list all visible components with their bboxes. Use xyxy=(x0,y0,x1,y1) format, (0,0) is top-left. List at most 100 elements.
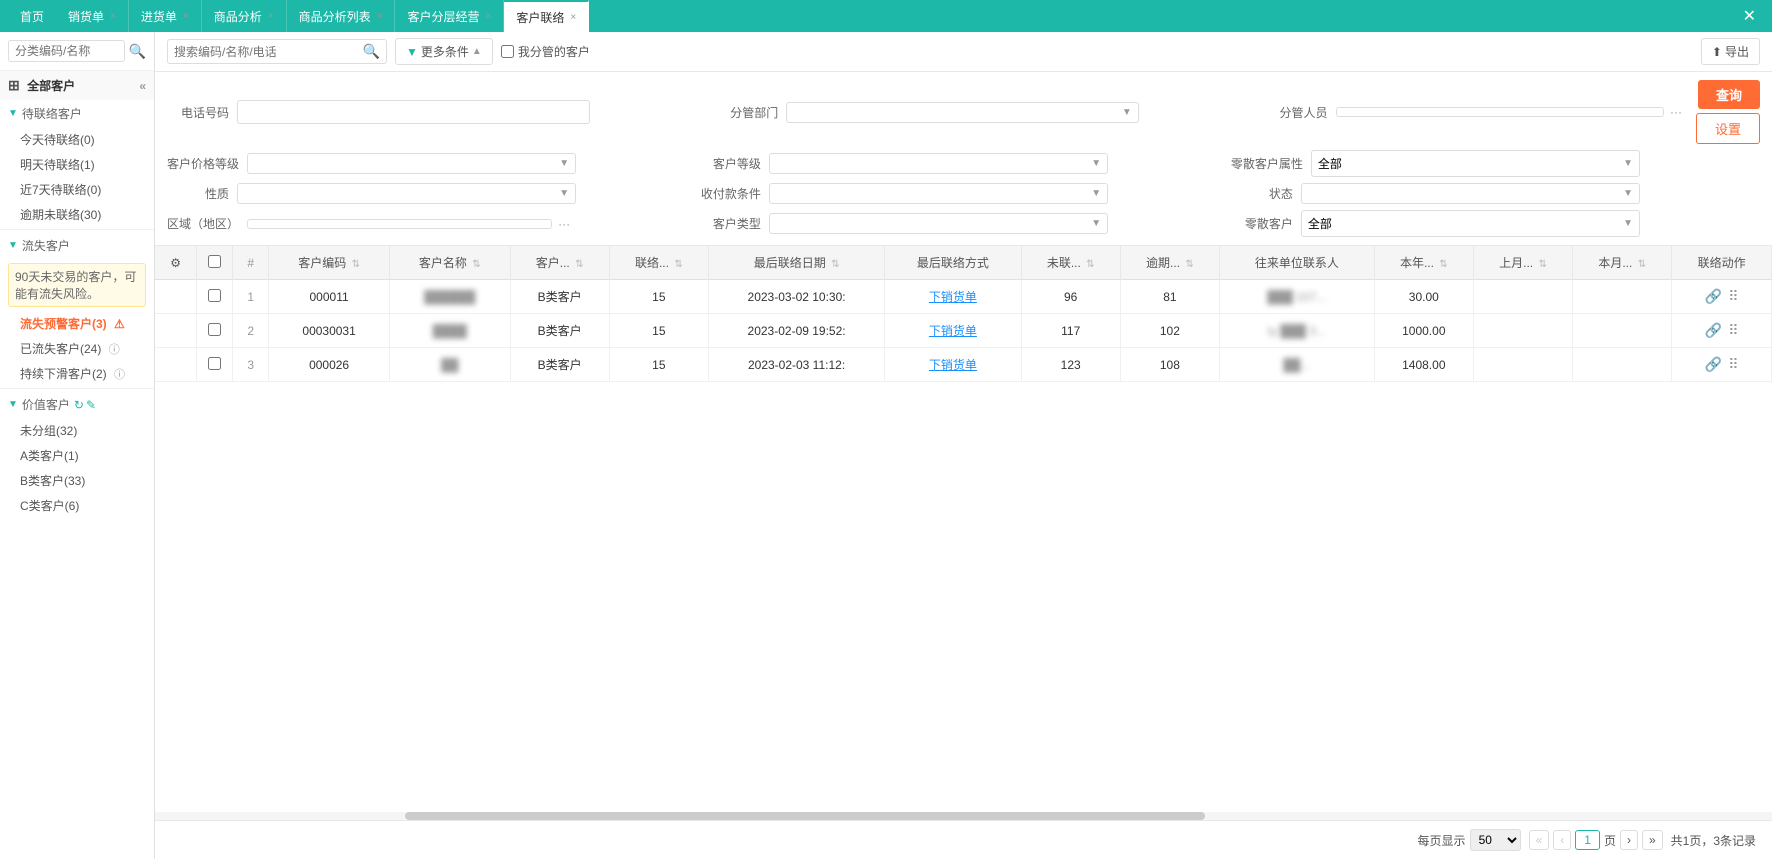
sidebar-item-unsorted[interactable]: 未分组(32) xyxy=(0,418,154,443)
select-all-checkbox[interactable] xyxy=(208,255,221,268)
this-month-sort-icon[interactable]: ⇅ xyxy=(1638,259,1646,270)
sidebar-collapse-icon[interactable]: « xyxy=(139,79,146,93)
th-checkbox xyxy=(197,246,233,280)
retail-customer-select[interactable]: 全部 ▼ xyxy=(1301,210,1640,237)
row-this-year-1: 1000.00 xyxy=(1374,314,1473,348)
row-last-month-2 xyxy=(1473,348,1572,382)
horizontal-scrollbar[interactable] xyxy=(155,812,1772,820)
last-page-btn[interactable]: » xyxy=(1642,830,1663,850)
tab-analysis[interactable]: 商品分析 × xyxy=(202,0,287,32)
churn-warning-label: 流失预警客户(3) xyxy=(20,317,107,331)
tab-analysis-close[interactable]: × xyxy=(268,11,274,22)
sidebar-item-class-b[interactable]: B类客户(33) xyxy=(0,468,154,493)
th-this-month: 本月... ⇅ xyxy=(1573,246,1672,280)
row-method-2[interactable]: 下销货单 xyxy=(885,348,1021,382)
status-select[interactable]: ▼ xyxy=(1301,183,1640,204)
sidebar-item-class-c[interactable]: C类客户(6) xyxy=(0,493,154,518)
overdue-sort-icon[interactable]: ⇅ xyxy=(1185,259,1193,270)
per-page-select[interactable]: 50 100 200 xyxy=(1470,829,1521,851)
value-refresh-icon[interactable]: ↻ xyxy=(74,398,84,412)
sidebar-item-overdue[interactable]: 逾期未联络(30) xyxy=(0,202,154,227)
price-grade-select[interactable]: ▼ xyxy=(247,153,576,174)
payment-select[interactable]: ▼ xyxy=(769,183,1108,204)
manager-dots[interactable]: ··· xyxy=(1664,105,1688,119)
tab-customer-link[interactable]: 客户联络 × xyxy=(504,0,589,32)
retail-attr-select[interactable]: 全部 ▼ xyxy=(1311,150,1640,177)
sidebar-item-today[interactable]: 今天待联络(0) xyxy=(0,127,154,152)
row-type-2: B类客户 xyxy=(510,348,609,382)
window-close-icon[interactable]: ✕ xyxy=(1735,6,1764,26)
th-settings[interactable]: ⚙ xyxy=(155,246,197,280)
prev-page-btn[interactable]: ‹ xyxy=(1553,830,1571,850)
main-search-input[interactable] xyxy=(174,45,363,59)
search-btn[interactable]: 查询 xyxy=(1698,80,1760,109)
row-checkbox-1[interactable] xyxy=(197,314,233,348)
sidebar-item-churn-warning[interactable]: 流失预警客户(3) ⚠ xyxy=(0,311,154,336)
retail-attr-field: 零散客户属性 全部 ▼ xyxy=(1231,150,1640,177)
action-link-icon-1[interactable]: 🔗 xyxy=(1705,322,1722,339)
customer-grade-select[interactable]: ▼ xyxy=(769,153,1108,174)
my-customers-checkbox[interactable] xyxy=(501,45,514,58)
row-checkbox-2[interactable] xyxy=(197,348,233,382)
manager-select[interactable] xyxy=(1336,107,1665,117)
action-more-icon-0[interactable]: ⠿ xyxy=(1728,288,1738,305)
row-checkbox-0[interactable] xyxy=(197,280,233,314)
tab-customer-seg-close[interactable]: × xyxy=(485,11,491,22)
churning-group[interactable]: ▼ 流失客户 xyxy=(0,232,154,259)
row-unit-contact-1: ty ███ 3... xyxy=(1219,314,1374,348)
sidebar-search-input[interactable] xyxy=(8,40,125,62)
action-link-icon-0[interactable]: 🔗 xyxy=(1705,288,1722,305)
value-customers-group[interactable]: ▼ 价值客户 ↻ ✎ xyxy=(0,391,154,418)
phone-input[interactable] xyxy=(237,100,590,124)
export-btn[interactable]: ⬆ 导出 xyxy=(1701,38,1760,65)
sidebar-search-icon[interactable]: 🔍 xyxy=(129,43,146,60)
row-method-0[interactable]: 下销货单 xyxy=(885,280,1021,314)
first-page-btn[interactable]: « xyxy=(1529,830,1550,850)
row-this-month-1 xyxy=(1573,314,1672,348)
sidebar-item-class-a[interactable]: A类客户(1) xyxy=(0,443,154,468)
sidebar-item-week[interactable]: 近7天待联络(0) xyxy=(0,177,154,202)
gender-chev: ▼ xyxy=(559,188,569,199)
type-sort-icon[interactable]: ⇅ xyxy=(575,259,583,270)
th-name: 客户名称 ⇅ xyxy=(389,246,510,280)
more-conditions-btn[interactable]: ▼ 更多条件 ▲ xyxy=(395,38,493,65)
filter-bar: 🔍 ▼ 更多条件 ▲ 我分管的客户 ⬆ 导出 xyxy=(155,32,1772,72)
scrollbar-thumb[interactable] xyxy=(405,812,1205,820)
tab-sales-close[interactable]: × xyxy=(110,11,116,22)
date-sort-icon[interactable]: ⇅ xyxy=(831,259,839,270)
sidebar-item-tomorrow[interactable]: 明天待联络(1) xyxy=(0,152,154,177)
next-page-btn[interactable]: › xyxy=(1620,830,1638,850)
retail-attr-label: 零散客户属性 xyxy=(1231,155,1311,172)
tab-analysis-list-close[interactable]: × xyxy=(377,11,383,22)
settings-btn[interactable]: 设置 xyxy=(1696,113,1760,144)
value-edit-icon[interactable]: ✎ xyxy=(86,398,96,412)
region-dots[interactable]: ··· xyxy=(552,217,576,231)
sidebar-item-continuous-decline[interactable]: 持续下滑客户(2) ⓘ xyxy=(0,361,154,386)
tab-purchase[interactable]: 进货单 × xyxy=(129,0,202,32)
customer-type-select[interactable]: ▼ xyxy=(769,213,1108,234)
last-month-sort-icon[interactable]: ⇅ xyxy=(1538,259,1546,270)
main-search-icon[interactable]: 🔍 xyxy=(363,43,380,60)
code-sort-icon[interactable]: ⇅ xyxy=(352,259,360,270)
tab-analysis-list[interactable]: 商品分析列表 × xyxy=(287,0,396,32)
row-method-1[interactable]: 下销货单 xyxy=(885,314,1021,348)
my-customers-check[interactable]: 我分管的客户 xyxy=(501,43,590,60)
contact-sort-icon[interactable]: ⇅ xyxy=(674,259,682,270)
tab-customer-link-close[interactable]: × xyxy=(570,12,576,23)
tab-home[interactable]: 首页 xyxy=(8,0,56,32)
tab-sales[interactable]: 销货单 × xyxy=(56,0,129,32)
gender-select[interactable]: ▼ xyxy=(237,183,576,204)
all-customers-header[interactable]: ⊞ 全部客户 « xyxy=(0,71,154,100)
action-more-icon-2[interactable]: ⠿ xyxy=(1728,356,1738,373)
tab-purchase-close[interactable]: × xyxy=(183,11,189,22)
year-sort-icon[interactable]: ⇅ xyxy=(1439,259,1447,270)
tab-customer-seg[interactable]: 客户分层经营 × xyxy=(395,0,504,32)
pending-contact-group[interactable]: ▼ 待联络客户 xyxy=(0,100,154,127)
dept-select[interactable]: ▼ xyxy=(786,102,1139,123)
region-select[interactable] xyxy=(247,219,552,229)
sidebar-item-already-churned[interactable]: 已流失客户(24) ⓘ xyxy=(0,336,154,361)
action-link-icon-2[interactable]: 🔗 xyxy=(1705,356,1722,373)
no-contact-sort-icon[interactable]: ⇅ xyxy=(1086,259,1094,270)
action-more-icon-1[interactable]: ⠿ xyxy=(1728,322,1738,339)
name-sort-icon[interactable]: ⇅ xyxy=(472,259,480,270)
